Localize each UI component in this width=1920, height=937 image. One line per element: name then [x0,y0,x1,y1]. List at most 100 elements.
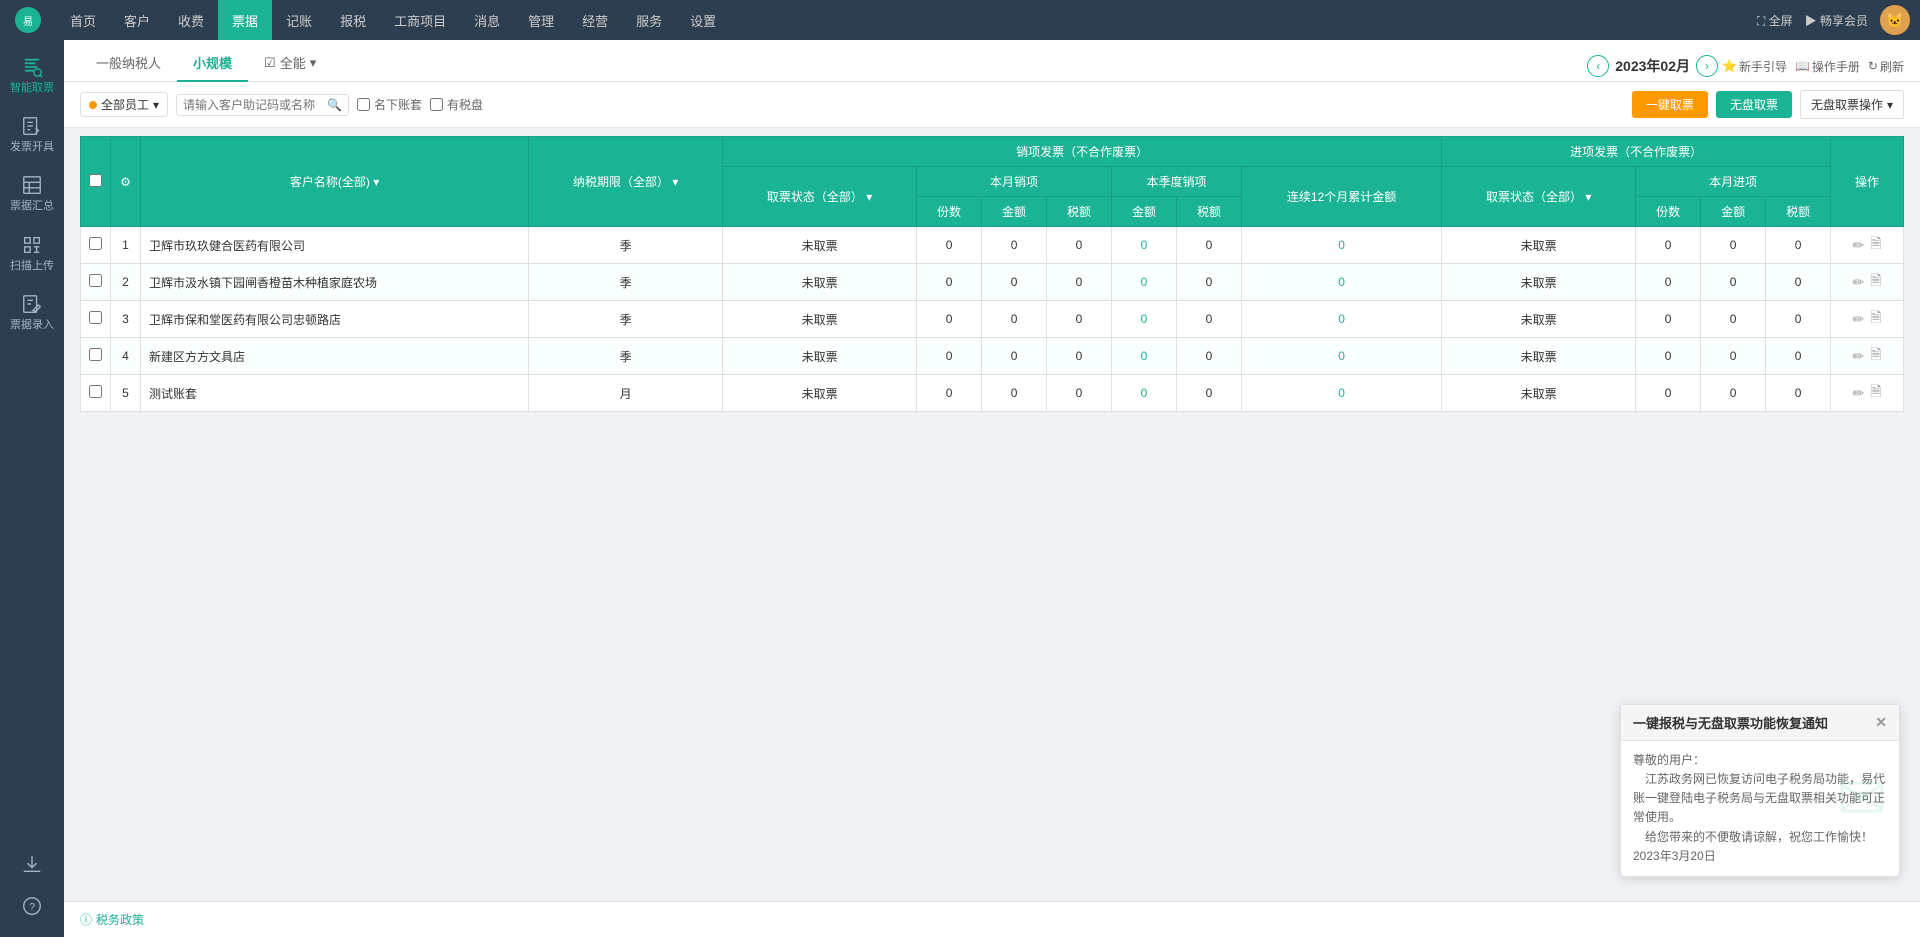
select-all-checkbox[interactable] [89,174,102,187]
search-input[interactable] [183,98,323,112]
row-sales-month-pieces: 0 [917,227,982,264]
row-edit-icon[interactable]: ✏ [1853,385,1865,402]
sidebar-item-data-entry[interactable]: 票据录入 [4,285,60,340]
row-view-icon[interactable]: 🗎 [1870,233,1881,257]
row-actions: ✏ 🗎 [1831,264,1904,301]
row-checkbox-cell [81,301,111,338]
tab-small[interactable]: 小规模 [177,45,248,82]
th-current-month-sales: 本月销项 [917,167,1112,197]
row-purchase-month-pieces: 0 [1636,375,1701,412]
row-quarter-amount-link[interactable]: 0 [1141,275,1148,289]
search-icon[interactable]: 🔍 [327,98,342,112]
row-accumulated12-link[interactable]: 0 [1338,312,1345,326]
vip-btn[interactable]: ▶ 畅享会员 [1805,12,1868,29]
mine-checkbox[interactable] [357,98,370,111]
row-view-icon[interactable]: 🗎 [1870,270,1881,294]
tax-policy-link[interactable]: 税务政策 [96,911,144,928]
row-checkbox[interactable] [89,385,102,398]
nav-settings[interactable]: 设置 [676,0,730,40]
row-sales-fetch-status: 未取票 [723,375,917,412]
nav-customer[interactable]: 客户 [110,0,164,40]
guide-btn[interactable]: ⭐ 新手引导 [1722,58,1787,75]
sidebar-item-invoice-summary[interactable]: 票据汇总 [4,166,60,221]
one-click-fetch-btn[interactable]: 一键取票 [1632,91,1708,118]
row-accumulated12-link[interactable]: 0 [1338,349,1345,363]
no-disk-fetch-btn[interactable]: 无盘取票 [1716,91,1792,118]
row-tax-period: 季 [529,301,723,338]
tab-general[interactable]: 一般纳税人 [80,45,177,82]
checkbox-mine[interactable]: 名下账套 [357,96,422,113]
row-quarter-amount-link[interactable]: 0 [1141,312,1148,326]
row-accumulated12-link[interactable]: 0 [1338,238,1345,252]
row-quarter-amount-link[interactable]: 0 [1141,386,1148,400]
th-current-month-purchase: 本月进项 [1636,167,1831,197]
nav-management[interactable]: 管理 [514,0,568,40]
filter-icon[interactable]: ▾ [373,175,379,189]
th-sales-month-pieces: 份数 [917,197,982,227]
nav-operation[interactable]: 经营 [568,0,622,40]
nav-collection[interactable]: 收费 [164,0,218,40]
filter-icon[interactable]: ▾ [866,190,872,204]
th-quarter-amount: 金额 [1112,197,1177,227]
checkbox-taxdisk[interactable]: 有税盘 [430,96,483,113]
row-quarter-amount-link[interactable]: 0 [1141,349,1148,363]
table-row: 3 卫辉市保和堂医药有限公司忠顿路店 季 未取票 0 0 0 0 0 0 未取票… [81,301,1904,338]
nav-service[interactable]: 服务 [622,0,676,40]
tab-all[interactable]: ☑ 全能 ▾ [248,45,332,82]
filter-icon[interactable]: ▾ [672,175,678,189]
row-quarter-amount-link[interactable]: 0 [1141,238,1148,252]
row-customer: 新建区方方文具店 [141,338,529,375]
row-sales-month-tax: 0 [1047,301,1112,338]
th-accumulated12: 连续12个月累计金额 [1241,167,1441,227]
sidebar-item-smart-fetch[interactable]: 智能取票 [4,48,60,103]
sidebar-item-issue-invoice[interactable]: 发票开具 [4,107,60,162]
row-edit-icon[interactable]: ✏ [1853,274,1865,291]
row-sales-fetch-status: 未取票 [723,227,917,264]
user-avatar[interactable]: 🐱 [1880,5,1910,35]
notification-close-btn[interactable]: ✕ [1875,714,1887,731]
th-customer: 客户名称(全部) ▾ [141,137,529,227]
svg-text:?: ? [29,902,35,914]
sidebar-download[interactable] [4,845,60,883]
row-purchase-month-pieces: 0 [1636,338,1701,375]
row-quarter-tax: 0 [1177,301,1242,338]
period-next-btn[interactable]: › [1696,55,1718,77]
row-accumulated12-link[interactable]: 0 [1338,275,1345,289]
row-checkbox[interactable] [89,274,102,287]
nav-bookkeeping[interactable]: 记账 [272,0,326,40]
nav-tax[interactable]: 报税 [326,0,380,40]
nav-home[interactable]: 首页 [56,0,110,40]
refresh-btn[interactable]: ↻ 刷新 [1868,58,1904,75]
row-sales-month-amount: 0 [982,227,1047,264]
row-view-icon[interactable]: 🗎 [1870,381,1881,405]
row-view-icon[interactable]: 🗎 [1870,307,1881,331]
row-edit-icon[interactable]: ✏ [1853,348,1865,365]
sidebar-help[interactable]: ? [4,887,60,925]
taxdisk-checkbox[interactable] [430,98,443,111]
row-checkbox[interactable] [89,348,102,361]
row-checkbox[interactable] [89,311,102,324]
notification-header: 一键报税与无盘取票功能恢复通知 ✕ [1621,705,1899,741]
nav-business[interactable]: 工商项目 [380,0,460,40]
nav-right: ⛶ 全屏 ▶ 畅享会员 🐱 [1757,5,1910,35]
fullscreen-btn[interactable]: ⛶ 全屏 [1757,12,1793,29]
row-purchase-fetch-status: 未取票 [1442,375,1636,412]
filter-icon[interactable]: ▾ [1585,190,1591,204]
row-edit-icon[interactable]: ✏ [1853,311,1865,328]
row-view-icon[interactable]: 🗎 [1870,344,1881,368]
nav-message[interactable]: 消息 [460,0,514,40]
row-edit-icon[interactable]: ✏ [1853,237,1865,254]
sidebar-item-scan-upload[interactable]: 扫描上传 [4,226,60,281]
row-sales-month-amount: 0 [982,338,1047,375]
row-checkbox[interactable] [89,237,102,250]
period-prev-btn[interactable]: ‹ [1587,55,1609,77]
row-purchase-month-pieces: 0 [1636,301,1701,338]
row-sales-month-pieces: 0 [917,338,982,375]
row-accumulated12-link[interactable]: 0 [1338,386,1345,400]
check-icon: ☑ [264,55,276,71]
nav-invoice[interactable]: 票据 [218,0,272,40]
manual-btn[interactable]: 📖 操作手册 [1795,58,1860,75]
logo-icon: 易 [10,2,46,38]
no-disk-ops-btn[interactable]: 无盘取票操作 ▾ [1800,90,1904,119]
employee-filter[interactable]: 全部员工 ▾ [80,92,168,117]
